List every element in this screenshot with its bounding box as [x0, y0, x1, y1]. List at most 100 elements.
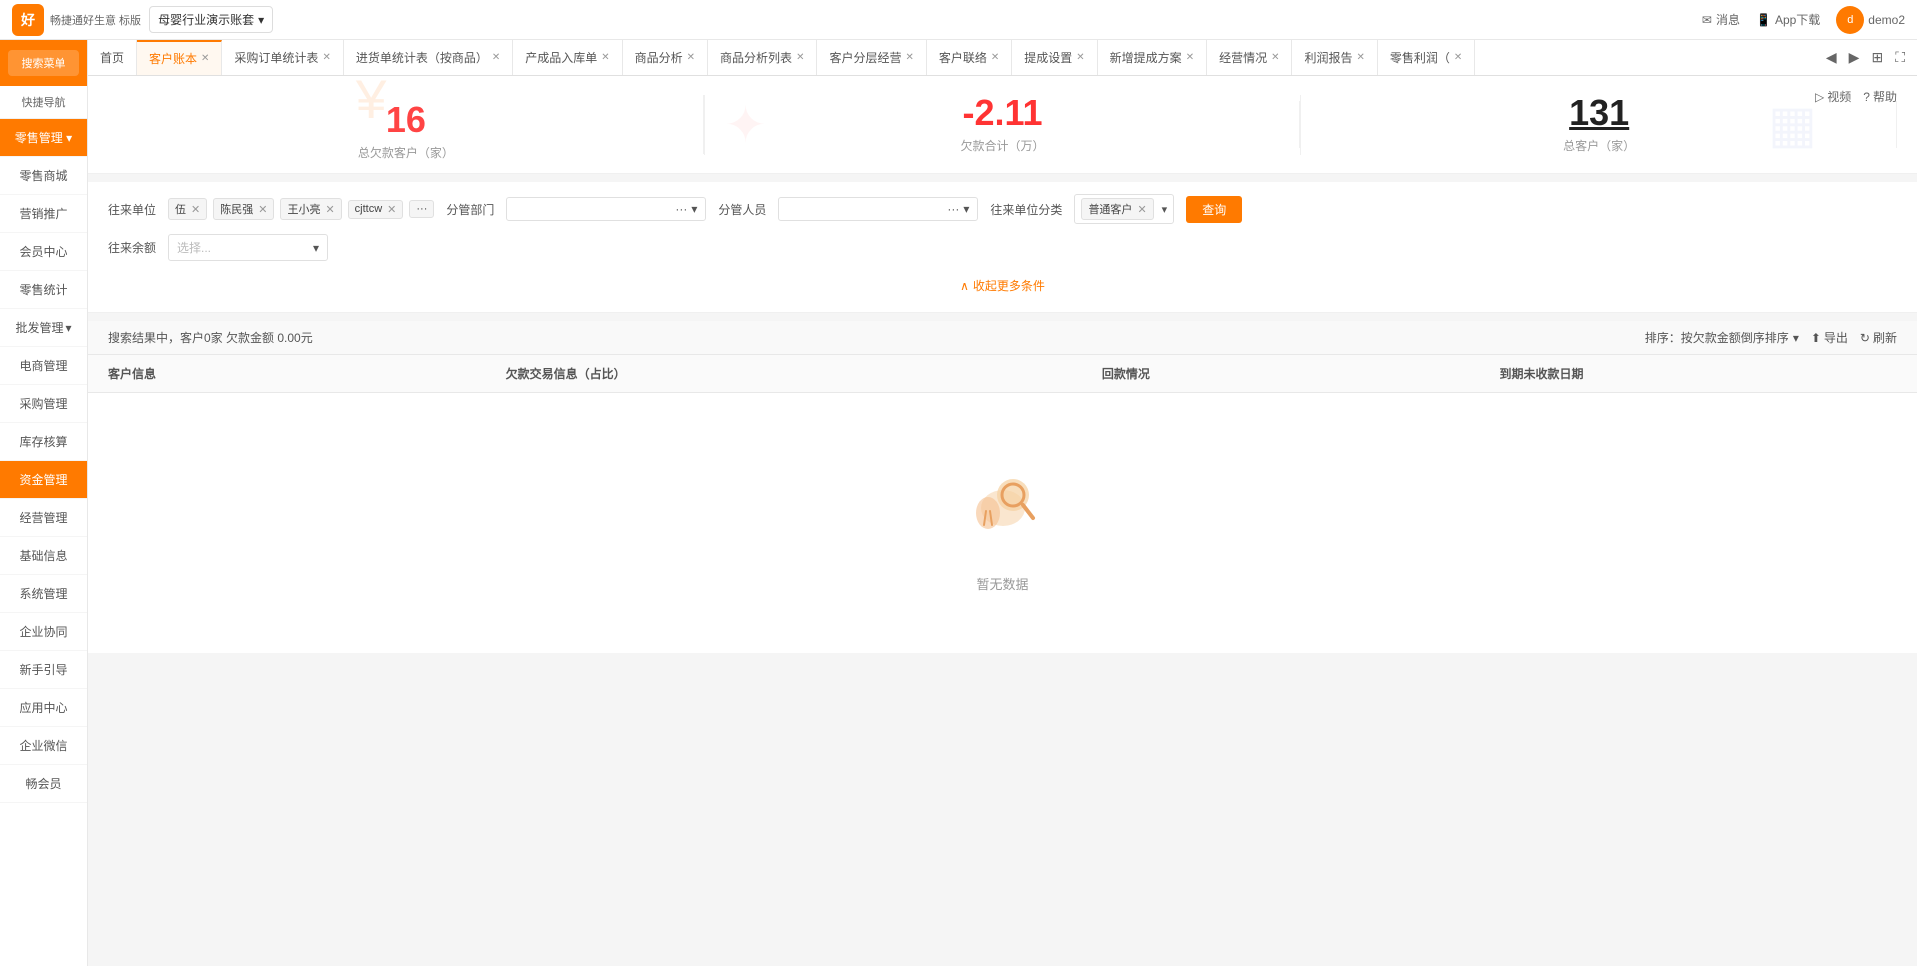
tab-close-icon[interactable]: ✕ [1186, 52, 1194, 63]
tag-close-cjttcw[interactable]: ✕ [387, 203, 396, 216]
tab-fullscreen-btn[interactable]: ⛶ [1891, 47, 1909, 68]
sidebar-item-app-center[interactable]: 应用中心 [0, 689, 87, 727]
workspace-selector[interactable]: 母婴行业演示账套 ▾ [149, 6, 273, 33]
tab-close-icon[interactable]: ✕ [322, 52, 330, 63]
sidebar-item-label: 应用中心 [19, 701, 67, 715]
person-more-icon: ··· [947, 202, 959, 216]
table-header: 客户信息 欠款交易信息（占比） 回款情况 到期未收款日期 [88, 355, 1917, 393]
tab-next-btn[interactable]: ▶ [1845, 47, 1864, 68]
stat2-bg-icon: ✦ [725, 96, 767, 154]
chevron-down-icon: ▾ [313, 241, 319, 255]
topbar-left: 好 畅捷通好生意 标版 母婴行业演示账套 ▾ [12, 4, 273, 36]
tab-close-icon[interactable]: ✕ [1076, 52, 1084, 63]
app-download-btn[interactable]: 📱 App下载 [1756, 11, 1820, 28]
help-btn[interactable]: ? 帮助 [1863, 88, 1897, 105]
export-btn[interactable]: ⬆ 导出 [1811, 329, 1848, 346]
chevron-down-icon: ▾ [1162, 203, 1168, 216]
sidebar-item-retail-mall[interactable]: 零售商城 [0, 157, 87, 195]
sidebar-item-sys-mgmt[interactable]: 系统管理 [0, 575, 87, 613]
sidebar-item-retail-stats[interactable]: 零售统计 [0, 271, 87, 309]
col-header-repayment: 回款情况 [1102, 365, 1500, 382]
tab-expand-btn[interactable]: ⊞ [1867, 47, 1887, 68]
sidebar-item-ecommerce[interactable]: 电商管理 [0, 347, 87, 385]
tab-customer-accounts[interactable]: 客户账本 ✕ [137, 40, 222, 76]
tag-close-chen[interactable]: ✕ [258, 203, 267, 216]
sort-selector[interactable]: 排序：按欠款金额倒序排序 ▾ [1645, 329, 1799, 346]
page-content: ¥ 16 总欠款客户（家） ✦ -2.11 欠款合计（万） ▦ [88, 76, 1917, 966]
tab-close-icon[interactable]: ✕ [905, 52, 913, 63]
category-input[interactable]: 普通客户 ✕ ▾ [1074, 194, 1174, 224]
tab-profit-report[interactable]: 利润报告 ✕ [1292, 40, 1377, 76]
tab-customer-tier[interactable]: 客户分层经营 ✕ [817, 40, 926, 76]
col-header-due-date: 到期未收款日期 [1499, 365, 1897, 382]
tab-label: 经营情况 [1219, 49, 1267, 66]
tab-label: 客户联络 [939, 49, 987, 66]
sidebar-item-capital[interactable]: 资金管理 [0, 461, 87, 499]
tab-business-status[interactable]: 经营情况 ✕ [1207, 40, 1292, 76]
user-menu[interactable]: d demo2 [1836, 6, 1905, 34]
tab-close-icon[interactable]: ✕ [601, 52, 609, 63]
tab-close-icon[interactable]: ✕ [991, 52, 999, 63]
tab-label: 客户分层经营 [829, 49, 901, 66]
refresh-btn[interactable]: ↻ 刷新 [1860, 329, 1897, 346]
tab-goods-list[interactable]: 商品分析列表 ✕ [708, 40, 817, 76]
tag-close-wang[interactable]: ✕ [325, 203, 334, 216]
sidebar: 搜索菜单 快捷导航 零售管理 ▾ 零售商城 营销推广 会员中心 零售统计 批发管… [0, 40, 88, 966]
message-btn[interactable]: ✉ 消息 [1702, 11, 1740, 28]
filter-more-btn[interactable]: ··· [409, 200, 434, 218]
sidebar-item-member[interactable]: 会员中心 [0, 233, 87, 271]
stat1-value: 16 [128, 102, 684, 138]
sidebar-item-label: 企业微信 [19, 739, 67, 753]
tab-close-icon[interactable]: ✕ [1357, 52, 1365, 63]
sidebar-item-new-guide[interactable]: 新手引导 [0, 651, 87, 689]
tag-close-normal[interactable]: ✕ [1137, 203, 1146, 216]
tab-close-icon[interactable]: ✕ [687, 52, 695, 63]
sidebar-item-basic-info[interactable]: 基础信息 [0, 537, 87, 575]
tab-close-icon[interactable]: ✕ [796, 52, 804, 63]
sidebar-item-vip[interactable]: 畅会员 [0, 765, 87, 803]
dept-label: 分管部门 [446, 201, 494, 218]
search-btn[interactable]: 查询 [1186, 196, 1242, 223]
sidebar-item-inventory[interactable]: 库存核算 [0, 423, 87, 461]
tab-retail-profit[interactable]: 零售利润（ ✕ [1378, 40, 1475, 76]
refresh-icon: ↻ [1860, 331, 1870, 345]
tab-mention-settings[interactable]: 提成设置 ✕ [1012, 40, 1097, 76]
tab-product-entry[interactable]: 产成品入库单 ✕ [513, 40, 622, 76]
tag-close-wu[interactable]: ✕ [191, 203, 200, 216]
sidebar-item-retail-mgmt[interactable]: 零售管理 ▾ [0, 119, 87, 157]
tab-label: 商品分析列表 [720, 49, 792, 66]
dept-select[interactable]: ··· ▾ [506, 197, 706, 221]
tab-incoming-stats[interactable]: 进货单统计表（按商品） ✕ [344, 40, 513, 76]
sidebar-item-enterprise-collab[interactable]: 企业协同 [0, 613, 87, 651]
quick-nav-btn[interactable]: 快捷导航 [0, 86, 87, 119]
tab-label: 采购订单统计表 [234, 49, 318, 66]
collapse-icon: ∧ [960, 279, 969, 293]
sidebar-item-operations[interactable]: 经营管理 [0, 499, 87, 537]
tab-close-icon[interactable]: ✕ [492, 52, 500, 63]
tab-goods-analysis[interactable]: 商品分析 ✕ [623, 40, 708, 76]
stat3-bg-icon: ▦ [1768, 95, 1817, 155]
search-menu-btn[interactable]: 搜索菜单 [8, 50, 79, 76]
tab-close-icon[interactable]: ✕ [201, 53, 209, 64]
sidebar-item-purchase[interactable]: 采购管理 [0, 385, 87, 423]
tab-bar: 首页 客户账本 ✕ 采购订单统计表 ✕ 进货单统计表（按商品） ✕ 产成品入库单… [88, 40, 1917, 76]
sidebar-item-label: 基础信息 [19, 549, 67, 563]
tab-close-icon[interactable]: ✕ [1454, 52, 1462, 63]
sidebar-item-marketing[interactable]: 营销推广 [0, 195, 87, 233]
collapse-btn[interactable]: ∧ 收起更多条件 [108, 271, 1897, 300]
tab-close-icon[interactable]: ✕ [1271, 52, 1279, 63]
person-select[interactable]: ··· ▾ [778, 197, 978, 221]
tab-purchase-order[interactable]: 采购订单统计表 ✕ [222, 40, 343, 76]
tab-home[interactable]: 首页 [88, 40, 137, 76]
stat1-bg-icon: ¥ [356, 76, 387, 131]
tab-new-mention[interactable]: 新增提成方案 ✕ [1098, 40, 1207, 76]
filter-tag-wang: 王小亮 ✕ [280, 198, 341, 220]
video-btn[interactable]: ▷ 视频 [1815, 88, 1851, 105]
tab-prev-btn[interactable]: ◀ [1822, 47, 1841, 68]
balance-select[interactable]: 选择... ▾ [168, 234, 328, 261]
sidebar-item-enterprise-wechat[interactable]: 企业微信 [0, 727, 87, 765]
sidebar-item-wholesale[interactable]: 批发管理 ▾ [0, 309, 87, 347]
filter-tag-wu: 伍 ✕ [168, 198, 207, 220]
balance-label: 往来余额 [108, 239, 156, 256]
tab-customer-contact[interactable]: 客户联络 ✕ [927, 40, 1012, 76]
